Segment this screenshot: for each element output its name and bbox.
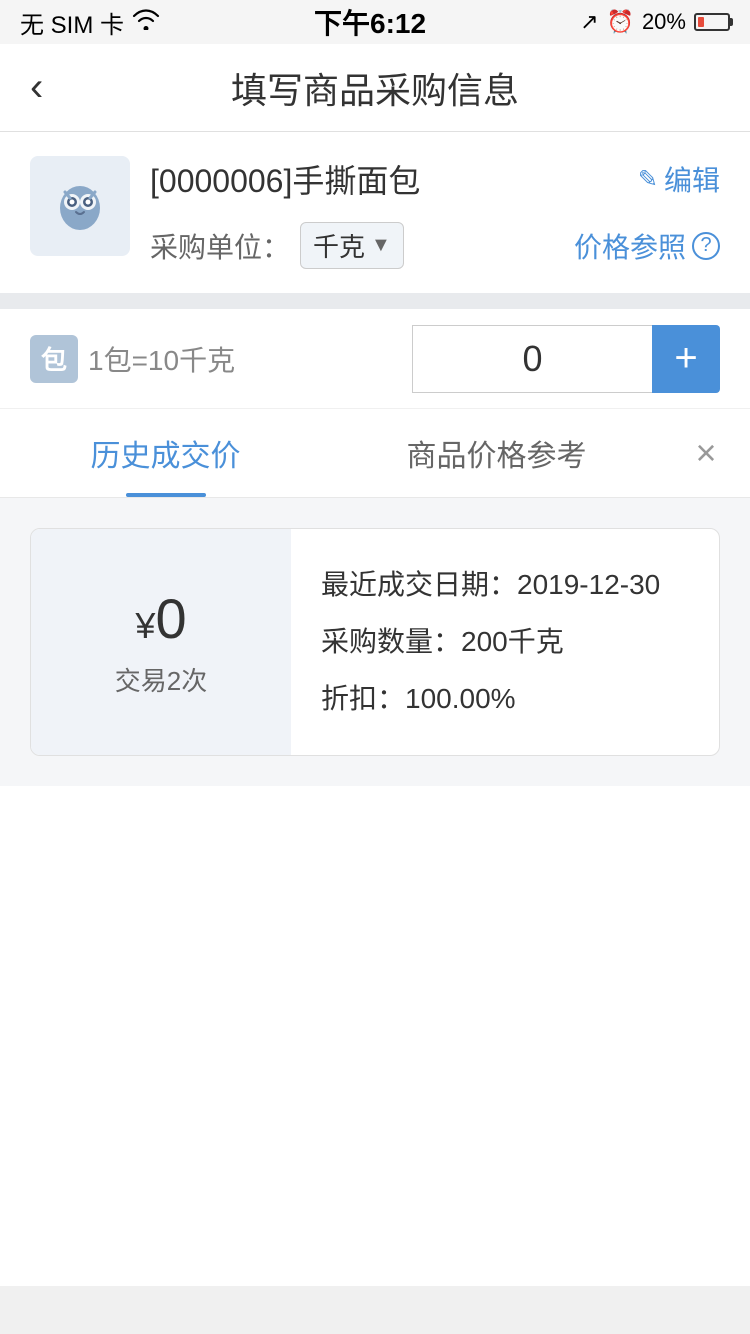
card-trades-count: 交易2次 — [115, 661, 207, 698]
quantity-section: 包 1包=10千克 + — [0, 309, 750, 409]
card-section: ¥0 交易2次 最近成交日期：2019-12-30 采购数量：200千克 折扣：… — [0, 498, 750, 786]
page-title: 填写商品采购信息 — [231, 62, 519, 114]
recent-date-label: 最近成交日期： — [321, 569, 517, 600]
discount-value: 100.00% — [405, 683, 516, 714]
tab1-label: 历史成交价 — [91, 431, 241, 475]
product-row: [0000006]手撕面包 ✎ 编辑 采购单位： 千克 ▼ 价格参照 — [30, 156, 720, 269]
tab-active-indicator — [126, 493, 206, 497]
section-divider — [0, 293, 750, 309]
dropdown-chevron-icon: ▼ — [371, 234, 391, 257]
product-name-row: [0000006]手撕面包 ✎ 编辑 — [150, 156, 720, 202]
tab-history-price[interactable]: 历史成交价 — [0, 409, 331, 497]
quantity-input[interactable] — [412, 325, 652, 393]
carrier-text: 无 SIM 卡 — [20, 5, 124, 40]
bottom-empty-area — [0, 786, 750, 1286]
unit-label: 采购单位： 千克 ▼ — [150, 222, 404, 269]
product-section: [0000006]手撕面包 ✎ 编辑 采购单位： 千克 ▼ 价格参照 — [0, 132, 750, 293]
gps-icon: ↗ — [580, 9, 598, 35]
quantity-plus-button[interactable]: + — [652, 325, 720, 393]
status-left: 无 SIM 卡 — [20, 5, 160, 40]
product-info: [0000006]手撕面包 ✎ 编辑 采购单位： 千克 ▼ 价格参照 — [150, 156, 720, 269]
plus-icon: + — [674, 336, 697, 381]
tab2-label: 商品价格参考 — [407, 431, 587, 475]
currency-symbol: ¥ — [135, 605, 155, 646]
discount-row: 折扣：100.00% — [321, 679, 689, 718]
edit-button[interactable]: ✎ 编辑 — [638, 159, 720, 199]
tab-section: 历史成交价 商品价格参考 × ¥0 交易2次 最近成交日期：2019-12-30 — [0, 409, 750, 786]
tab-header: 历史成交价 商品价格参考 × — [0, 409, 750, 498]
tab-product-price-ref[interactable]: 商品价格参考 — [331, 409, 662, 497]
price-reference-button[interactable]: 价格参照 ? — [574, 226, 720, 266]
purchase-quantity-row: 采购数量：200千克 — [321, 622, 689, 661]
unit-select-dropdown[interactable]: 千克 ▼ — [300, 222, 404, 269]
close-icon: × — [695, 432, 716, 474]
product-id: [0000006] — [150, 163, 292, 199]
alarm-icon: ⏰ — [607, 9, 634, 35]
recent-date-row: 最近成交日期：2019-12-30 — [321, 565, 689, 604]
card-price-summary: ¥0 交易2次 — [31, 529, 291, 755]
help-icon: ? — [692, 232, 720, 260]
discount-label: 折扣： — [321, 683, 405, 714]
back-button[interactable]: ‹ — [30, 65, 90, 110]
quantity-conversion-text: 1包=10千克 — [88, 339, 235, 379]
product-unit-row: 采购单位： 千克 ▼ 价格参照 ? — [150, 222, 720, 269]
price-card: ¥0 交易2次 最近成交日期：2019-12-30 采购数量：200千克 折扣：… — [30, 528, 720, 756]
wifi-icon — [132, 8, 160, 37]
price-number: 0 — [155, 587, 186, 650]
quantity-controls: + — [412, 325, 720, 393]
battery-icon — [694, 13, 730, 31]
status-time: 下午6:12 — [314, 2, 426, 42]
quantity-detail-label: 采购数量： — [321, 626, 461, 657]
product-logo-icon — [50, 176, 110, 236]
quantity-detail-value: 200千克 — [461, 626, 564, 657]
card-price-value: ¥0 — [135, 586, 186, 651]
status-right: ↗ ⏰ 20% — [580, 9, 730, 35]
battery-percent: 20% — [642, 9, 686, 35]
edit-label: 编辑 — [664, 159, 720, 199]
quantity-label: 包 1包=10千克 — [30, 335, 235, 383]
card-price-details: 最近成交日期：2019-12-30 采购数量：200千克 折扣：100.00% — [291, 529, 719, 755]
price-ref-label: 价格参照 — [574, 226, 686, 266]
product-thumbnail — [30, 156, 130, 256]
status-bar: 无 SIM 卡 下午6:12 ↗ ⏰ 20% — [0, 0, 750, 44]
product-name: [0000006]手撕面包 — [150, 156, 420, 202]
edit-icon: ✎ — [638, 165, 658, 194]
recent-date-value: 2019-12-30 — [517, 569, 660, 600]
tab-close-button[interactable]: × — [662, 409, 750, 497]
quantity-unit-text: 包 — [41, 340, 67, 377]
quantity-unit-icon: 包 — [30, 335, 78, 383]
product-title: 手撕面包 — [292, 163, 420, 199]
unit-label-text: 采购单位： — [150, 226, 290, 266]
unit-value: 千克 — [313, 227, 365, 264]
nav-bar: ‹ 填写商品采购信息 — [0, 44, 750, 132]
